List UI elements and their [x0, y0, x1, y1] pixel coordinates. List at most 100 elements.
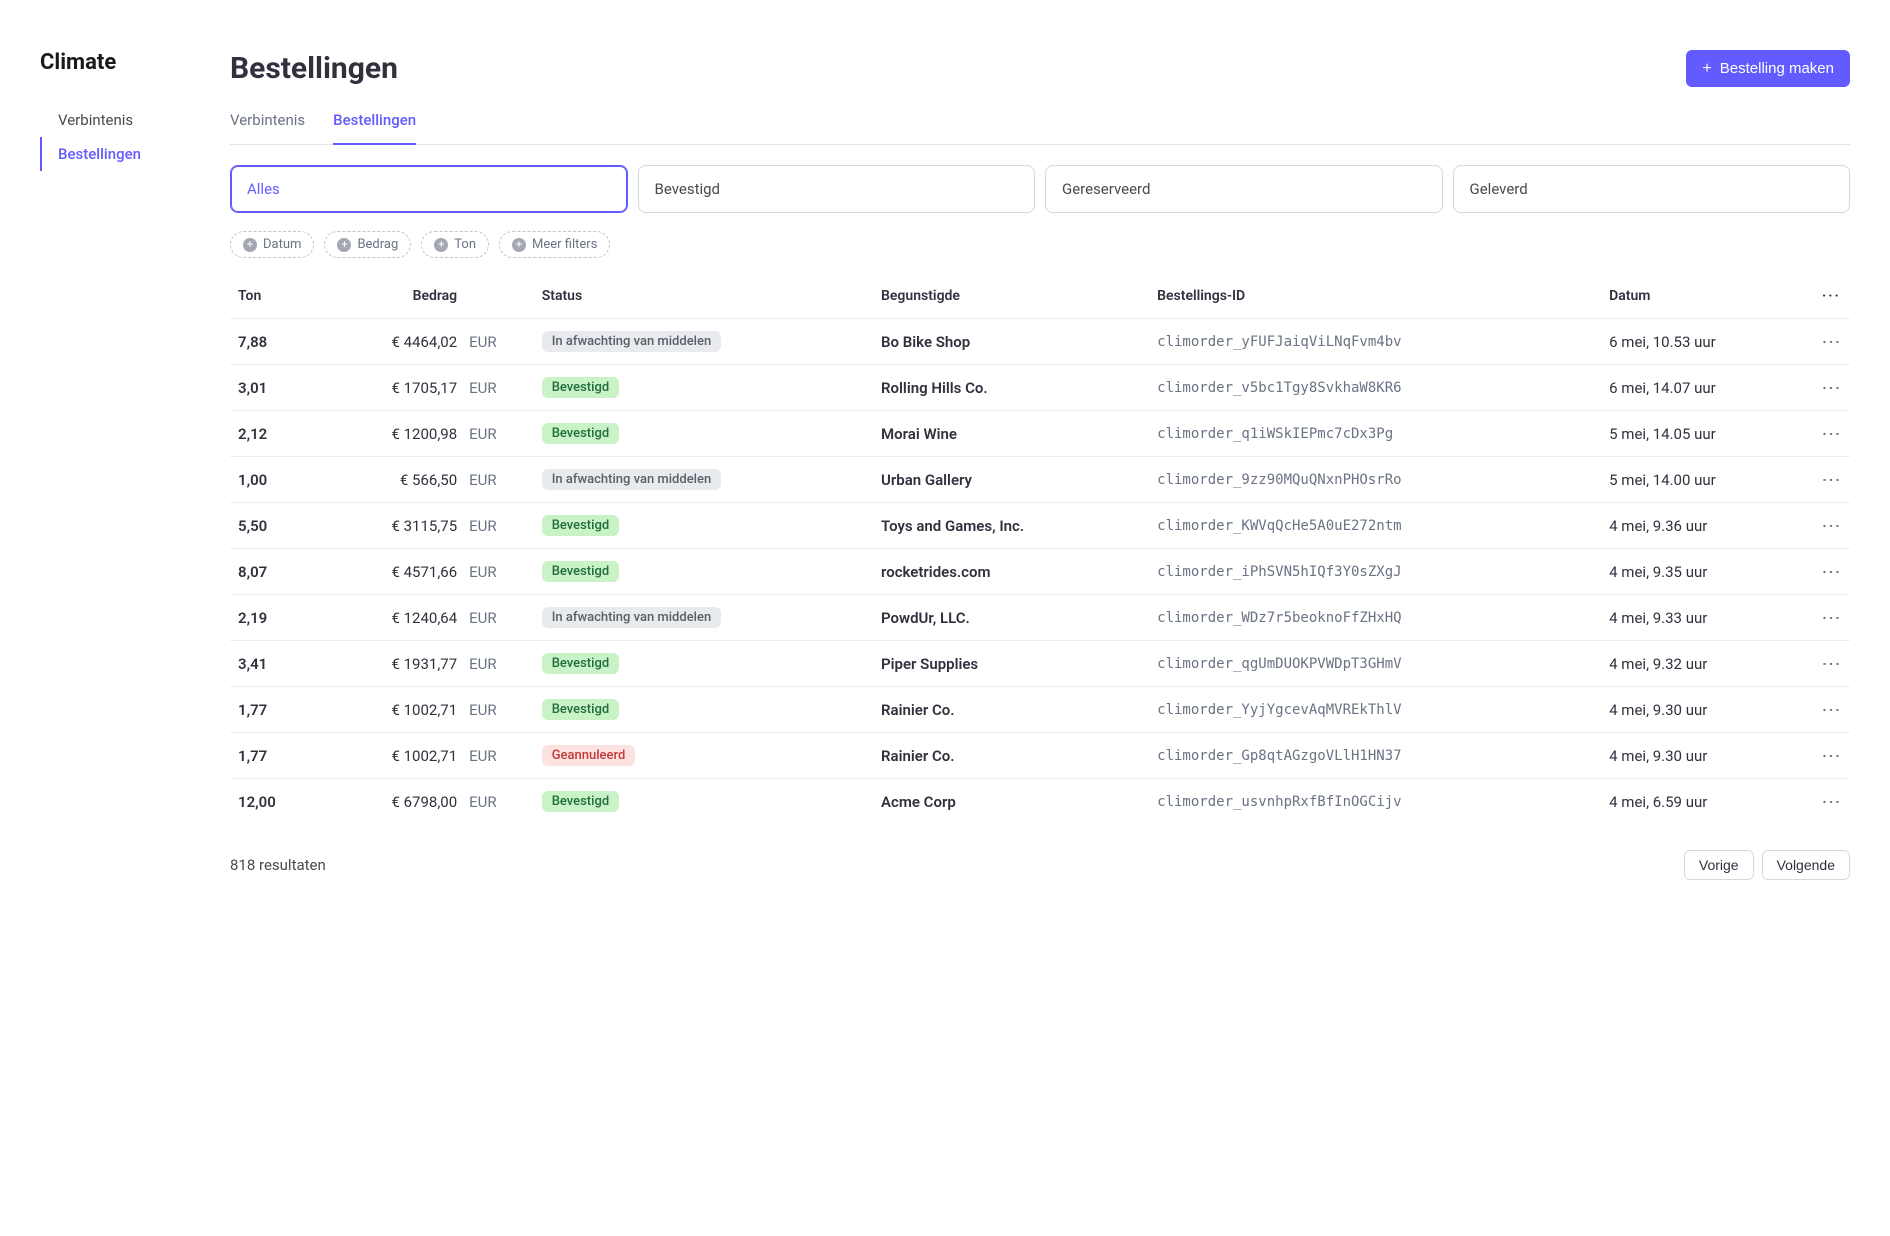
table-row[interactable]: 7,88€ 4464,02EURIn afwachting van middel…	[230, 319, 1850, 365]
filter-chip-2[interactable]: +Ton	[421, 231, 489, 258]
row-more-button[interactable]: ···	[1814, 365, 1850, 411]
cell-status: Bevestigd	[534, 503, 873, 549]
cell-currency: EUR	[465, 503, 534, 549]
table-row[interactable]: 5,50€ 3115,75EURBevestigdToys and Games,…	[230, 503, 1850, 549]
prev-button[interactable]: Vorige	[1684, 850, 1754, 880]
filter-chip-3[interactable]: +Meer filters	[499, 231, 610, 258]
row-more-button[interactable]: ···	[1814, 457, 1850, 503]
cell-currency: EUR	[465, 549, 534, 595]
status-badge: Bevestigd	[542, 423, 619, 444]
table-row[interactable]: 3,41€ 1931,77EURBevestigdPiper Suppliesc…	[230, 641, 1850, 687]
cell-orderid: climorder_KWVqQcHe5A0uE272ntm	[1149, 503, 1601, 549]
row-more-button[interactable]: ···	[1814, 687, 1850, 733]
table-row[interactable]: 12,00€ 6798,00EURBevestigdAcme Corpclimo…	[230, 779, 1850, 825]
cell-currency: EUR	[465, 411, 534, 457]
row-more-button[interactable]: ···	[1814, 779, 1850, 825]
row-more-button[interactable]: ···	[1814, 503, 1850, 549]
chip-label: Ton	[454, 237, 476, 252]
col-beneficiary[interactable]: Begunstigde	[873, 278, 1149, 319]
row-more-button[interactable]: ···	[1814, 319, 1850, 365]
filter-tile-2[interactable]: Gereserveerd	[1045, 165, 1443, 213]
cell-ton: 2,12	[230, 411, 323, 457]
col-date[interactable]: Datum	[1601, 278, 1814, 319]
cell-status: Bevestigd	[534, 641, 873, 687]
cell-amount: € 1240,64	[323, 595, 465, 641]
cell-beneficiary: Rainier Co.	[873, 687, 1149, 733]
cell-status: In afwachting van middelen	[534, 595, 873, 641]
cell-beneficiary: rocketrides.com	[873, 549, 1149, 595]
cell-beneficiary: Urban Gallery	[873, 457, 1149, 503]
filter-tile-1[interactable]: Bevestigd	[638, 165, 1036, 213]
cell-amount: € 1002,71	[323, 687, 465, 733]
cell-date: 5 mei, 14.00 uur	[1601, 457, 1814, 503]
cell-amount: € 1931,77	[323, 641, 465, 687]
table-row[interactable]: 1,77€ 1002,71EURGeannuleerdRainier Co.cl…	[230, 733, 1850, 779]
filter-chip-0[interactable]: +Datum	[230, 231, 314, 258]
col-ton[interactable]: Ton	[230, 278, 323, 319]
results-count: 818 resultaten	[230, 856, 326, 874]
table-row[interactable]: 3,01€ 1705,17EURBevestigdRolling Hills C…	[230, 365, 1850, 411]
filter-tile-0[interactable]: Alles	[230, 165, 628, 213]
table-row[interactable]: 2,12€ 1200,98EURBevestigdMorai Wineclimo…	[230, 411, 1850, 457]
status-badge: Bevestigd	[542, 561, 619, 582]
cell-ton: 1,00	[230, 457, 323, 503]
cell-date: 5 mei, 14.05 uur	[1601, 411, 1814, 457]
row-more-button[interactable]: ···	[1814, 411, 1850, 457]
col-status[interactable]: Status	[534, 278, 873, 319]
more-icon: ···	[1822, 425, 1842, 443]
filter-tile-3[interactable]: Geleverd	[1453, 165, 1851, 213]
more-icon[interactable]: ···	[1822, 288, 1841, 304]
table-row[interactable]: 8,07€ 4571,66EURBevestigdrocketrides.com…	[230, 549, 1850, 595]
status-badge: In afwachting van middelen	[542, 607, 722, 628]
cell-ton: 3,41	[230, 641, 323, 687]
more-icon: ···	[1822, 747, 1842, 765]
cell-date: 4 mei, 9.36 uur	[1601, 503, 1814, 549]
cell-amount: € 1200,98	[323, 411, 465, 457]
table-row[interactable]: 2,19€ 1240,64EURIn afwachting van middel…	[230, 595, 1850, 641]
more-icon: ···	[1822, 379, 1842, 397]
cell-ton: 8,07	[230, 549, 323, 595]
row-more-button[interactable]: ···	[1814, 549, 1850, 595]
cell-beneficiary: Rolling Hills Co.	[873, 365, 1149, 411]
cell-currency: EUR	[465, 641, 534, 687]
next-button[interactable]: Volgende	[1762, 850, 1850, 880]
cell-status: Bevestigd	[534, 549, 873, 595]
cell-beneficiary: Rainier Co.	[873, 733, 1149, 779]
cell-status: Bevestigd	[534, 411, 873, 457]
table-row[interactable]: 1,00€ 566,50EURIn afwachting van middele…	[230, 457, 1850, 503]
cell-orderid: climorder_v5bc1Tgy8SvkhaW8KR6	[1149, 365, 1601, 411]
cell-currency: EUR	[465, 457, 534, 503]
status-badge: Bevestigd	[542, 515, 619, 536]
cell-status: In afwachting van middelen	[534, 457, 873, 503]
filter-chips: +Datum+Bedrag+Ton+Meer filters	[230, 231, 1850, 258]
create-order-label: Bestelling maken	[1720, 60, 1834, 77]
cell-orderid: climorder_YyjYgcevAqMVREkThlV	[1149, 687, 1601, 733]
col-amount[interactable]: Bedrag	[323, 278, 465, 319]
add-icon: +	[243, 238, 257, 252]
filter-chip-1[interactable]: +Bedrag	[324, 231, 411, 258]
row-more-button[interactable]: ···	[1814, 641, 1850, 687]
create-order-button[interactable]: + Bestelling maken	[1686, 50, 1850, 87]
cell-beneficiary: PowdUr, LLC.	[873, 595, 1149, 641]
cell-date: 6 mei, 14.07 uur	[1601, 365, 1814, 411]
sidebar-item-1[interactable]: Bestellingen	[40, 137, 230, 171]
cell-status: Bevestigd	[534, 779, 873, 825]
add-icon: +	[337, 238, 351, 252]
tab-1[interactable]: Bestellingen	[333, 111, 416, 145]
sidebar-item-0[interactable]: Verbintenis	[40, 103, 230, 137]
cell-status: Geannuleerd	[534, 733, 873, 779]
cell-status: Bevestigd	[534, 365, 873, 411]
cell-date: 4 mei, 9.35 uur	[1601, 549, 1814, 595]
chip-label: Meer filters	[532, 237, 597, 252]
tab-0[interactable]: Verbintenis	[230, 111, 305, 145]
cell-amount: € 4464,02	[323, 319, 465, 365]
cell-currency: EUR	[465, 687, 534, 733]
col-orderid[interactable]: Bestellings-ID	[1149, 278, 1601, 319]
status-badge: Bevestigd	[542, 791, 619, 812]
table-row[interactable]: 1,77€ 1002,71EURBevestigdRainier Co.clim…	[230, 687, 1850, 733]
status-badge: Bevestigd	[542, 653, 619, 674]
row-more-button[interactable]: ···	[1814, 733, 1850, 779]
row-more-button[interactable]: ···	[1814, 595, 1850, 641]
plus-icon: +	[1702, 61, 1711, 77]
page-title: Bestellingen	[230, 51, 398, 86]
